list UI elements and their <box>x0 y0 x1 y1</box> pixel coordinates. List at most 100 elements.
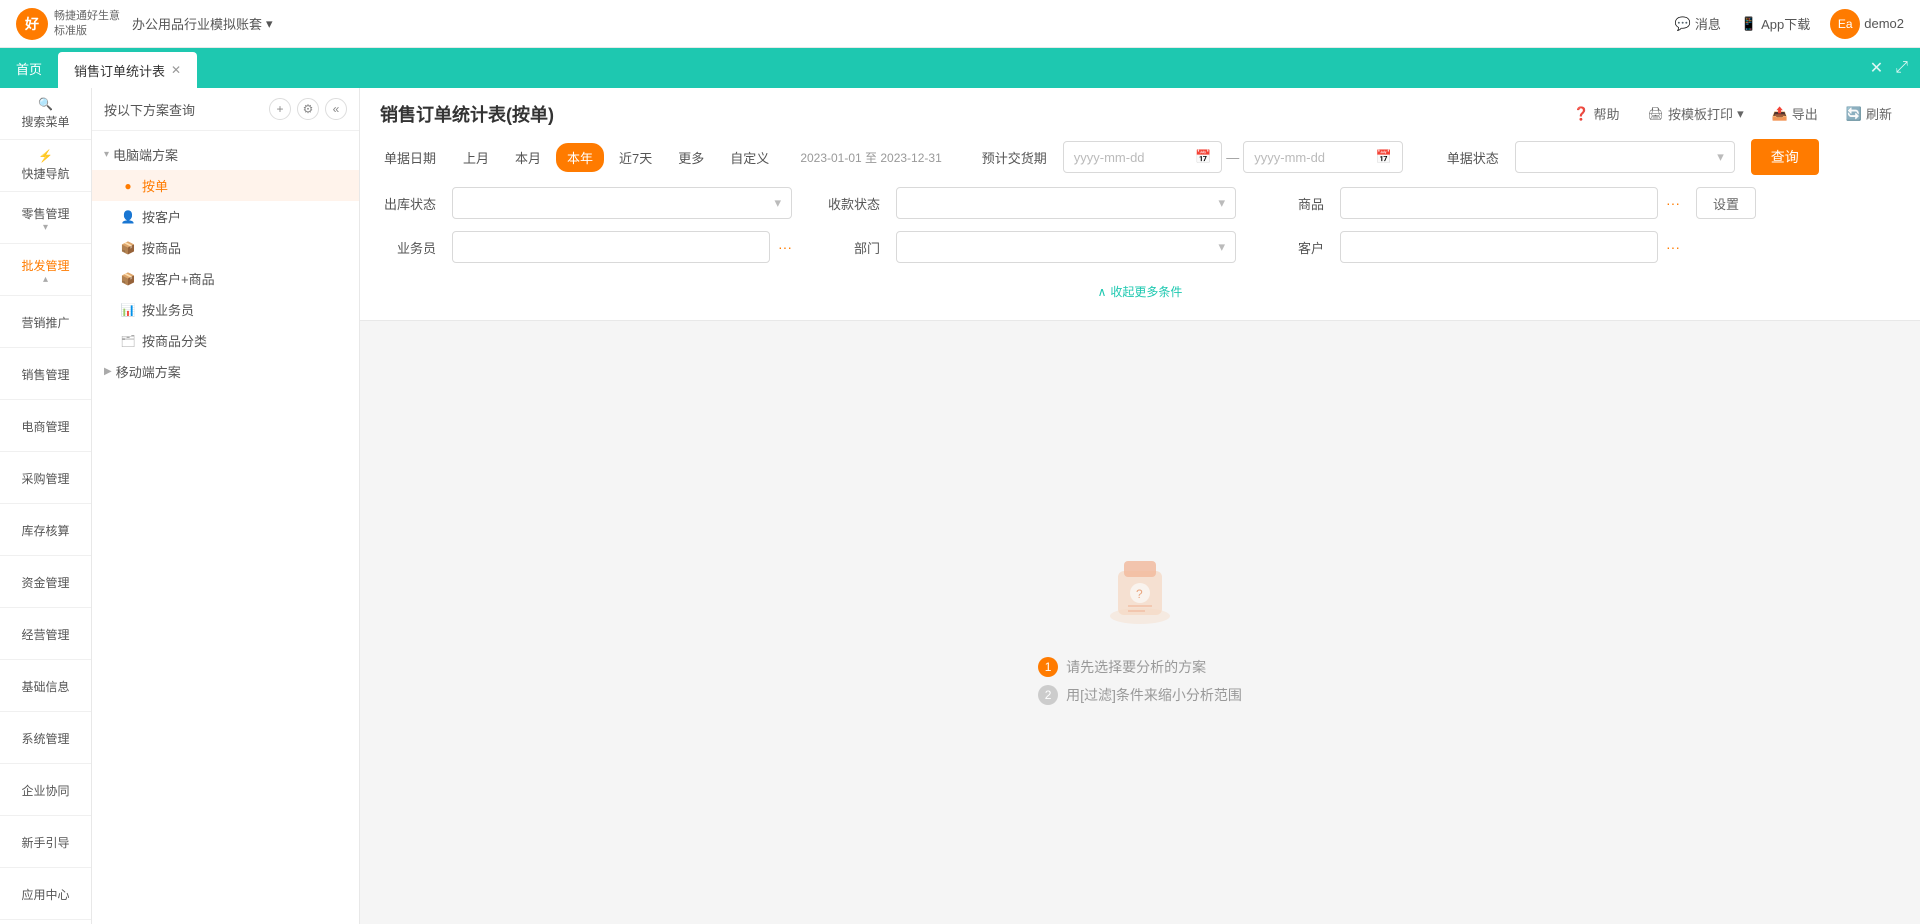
sidebar-item-newguide[interactable]: 新手引导 <box>0 816 91 868</box>
goods-label: 商品 <box>1268 194 1324 213</box>
page-header: 销售订单统计表(按单) ❓ 帮助 🖨 按模板打印 ▾ 📤 <box>360 88 1920 321</box>
date-tab-custom[interactable]: 自定义 <box>719 143 780 172</box>
salesman-more-btn[interactable]: ··· <box>778 239 792 255</box>
settings-scheme-button[interactable]: ⚙ <box>297 98 319 120</box>
date-tab-this-year[interactable]: 本年 <box>556 143 604 172</box>
tree-item-by-customer-goods[interactable]: 📦 按客户+商品 <box>92 263 359 294</box>
expected-date-end[interactable]: yyyy-mm-dd 📅 <box>1243 141 1403 173</box>
search-icon: 🔍 <box>38 97 53 111</box>
customer-input[interactable] <box>1340 231 1658 263</box>
sidebar-item-operation[interactable]: 经营管理 <box>0 608 91 660</box>
setting-button[interactable]: 设置 <box>1696 187 1756 219</box>
tab-close-all[interactable]: ✕ <box>1870 58 1883 78</box>
sidebar-item-sales[interactable]: 销售管理 <box>0 348 91 400</box>
salesman-filter-group: ··· <box>452 231 792 263</box>
sidebar-item-inventory[interactable]: 库存核算 <box>0 504 91 556</box>
tree-item-by-customer[interactable]: 👤 按客户 <box>92 201 359 232</box>
date-tab-this-month[interactable]: 本月 <box>504 143 552 172</box>
collapse-more-conditions[interactable]: ∧ 收起更多条件 <box>380 275 1900 308</box>
add-scheme-button[interactable]: + <box>269 98 291 120</box>
filter-row-3: 业务员 ··· 部门 ▾ 客户 ··· <box>380 231 1900 263</box>
main-layout: 🔍 搜索菜单 ⚡ 快捷导航 零售管理 ▾ 批发管理 ▴ 营销推广 销售管理 电商… <box>0 88 1920 924</box>
nav-icon: ⚡ <box>38 149 53 163</box>
empty-hint-2: 2 用[过滤]条件来缩小分析范围 <box>1038 685 1242 705</box>
tab-expand[interactable]: ⤢ <box>1895 59 1908 77</box>
logo-icon: 好 <box>16 8 48 40</box>
collect-status-select[interactable]: ▾ <box>896 187 1236 219</box>
tab-close-icon[interactable]: ✕ <box>171 63 181 77</box>
sidebar-quick-nav[interactable]: ⚡ 快捷导航 <box>0 140 91 192</box>
tab-sales-order[interactable]: 销售订单统计表 ✕ <box>58 52 197 88</box>
empty-hints: 1 请先选择要分析的方案 2 用[过滤]条件来缩小分析范围 <box>1038 657 1242 705</box>
sidebar-item-retail[interactable]: 零售管理 ▾ <box>0 192 91 244</box>
date-tab-more[interactable]: 更多 <box>667 143 715 172</box>
tree-item-by-category[interactable]: 🗂 按商品分类 <box>92 325 359 356</box>
goods-input[interactable] <box>1340 187 1658 219</box>
user-profile[interactable]: Ea demo2 <box>1830 9 1904 39</box>
refresh-icon: 🔄 <box>1846 106 1862 122</box>
hint-1-num: 1 <box>1038 657 1058 677</box>
app-download-action[interactable]: 📱 App下载 <box>1741 14 1810 33</box>
out-dropdown-icon: ▾ <box>774 195 781 211</box>
box-customer-icon: 📦 <box>120 271 136 287</box>
page-header-actions: ❓ 帮助 🖨 按模板打印 ▾ 📤 导出 🔄 <box>1565 100 1900 127</box>
customer-more-btn[interactable]: ··· <box>1666 239 1680 255</box>
help-icon: ❓ <box>1573 106 1589 122</box>
top-header: 好 畅捷通好生意 标准版 办公用品行业模拟账套 ▾ 💬 消息 📱 App下载 E… <box>0 0 1920 48</box>
sidebar-item-ecommerce[interactable]: 电商管理 <box>0 400 91 452</box>
message-action[interactable]: 💬 消息 <box>1675 14 1721 33</box>
header-right: 💬 消息 📱 App下载 Ea demo2 <box>1675 9 1904 39</box>
chevron-up-icon: ▴ <box>43 274 48 285</box>
tree-item-by-salesman[interactable]: 📊 按业务员 <box>92 294 359 325</box>
person-icon: 👤 <box>120 209 136 225</box>
tree-item-by-order[interactable]: ● 按单 <box>92 170 359 201</box>
data-area: ? 1 请先选择要分析的方案 2 用[过滤]条件来缩小分析范围 <box>360 321 1920 924</box>
hint-2-num: 2 <box>1038 685 1058 705</box>
dept-select[interactable]: ▾ <box>896 231 1236 263</box>
goods-filter-group: ··· <box>1340 187 1680 219</box>
filter-row-2: 出库状态 ▾ 收款状态 ▾ 商品 ··· <box>380 187 1900 219</box>
collect-dropdown-icon: ▾ <box>1218 195 1225 211</box>
collapse-panel-button[interactable]: « <box>325 98 347 120</box>
tab-bar-actions: ✕ ⤢ <box>1870 58 1920 78</box>
date-tab-7days[interactable]: 近7天 <box>608 143 663 172</box>
out-status-select[interactable]: ▾ <box>452 187 792 219</box>
salesman-input[interactable] <box>452 231 770 263</box>
help-button[interactable]: ❓ 帮助 <box>1565 100 1627 127</box>
sidebar-item-wechat[interactable]: 企业微信 <box>0 920 91 924</box>
sidebar-search[interactable]: 🔍 搜索菜单 <box>0 88 91 140</box>
sidebar-item-finance[interactable]: 资金管理 <box>0 556 91 608</box>
expected-delivery-label: 预计交货期 <box>982 148 1047 167</box>
sidebar-item-purchase[interactable]: 采购管理 <box>0 452 91 504</box>
sidebar-item-basic-info[interactable]: 基础信息 <box>0 660 91 712</box>
status-select[interactable]: ▾ <box>1515 141 1735 173</box>
sidebar-item-cooperation[interactable]: 企业协同 <box>0 764 91 816</box>
date-tabs: 上月 本月 本年 近7天 更多 自定义 <box>452 143 780 172</box>
sidebar-item-marketing[interactable]: 营销推广 <box>0 296 91 348</box>
chart-icon: 📊 <box>120 302 136 318</box>
expected-date-start[interactable]: yyyy-mm-dd 📅 <box>1063 141 1223 173</box>
sidebar-item-appcenter[interactable]: 应用中心 <box>0 868 91 920</box>
sidebar-item-system[interactable]: 系统管理 <box>0 712 91 764</box>
sidebar: 🔍 搜索菜单 ⚡ 快捷导航 零售管理 ▾ 批发管理 ▴ 营销推广 销售管理 电商… <box>0 88 92 924</box>
export-button[interactable]: 📤 导出 <box>1764 100 1826 127</box>
tab-home[interactable]: 首页 <box>0 48 58 88</box>
table-icon: 🗂 <box>120 333 136 349</box>
goods-more-btn[interactable]: ··· <box>1666 195 1680 211</box>
sidebar-item-wholesale[interactable]: 批发管理 ▴ <box>0 244 91 296</box>
query-button[interactable]: 查询 <box>1751 139 1819 175</box>
tree-group-desktop[interactable]: ▾ 电脑端方案 <box>92 139 359 170</box>
tree-item-by-goods[interactable]: 📦 按商品 <box>92 232 359 263</box>
template-print-button[interactable]: 🖨 按模板打印 ▾ <box>1640 100 1752 127</box>
svg-text:?: ? <box>1136 587 1143 601</box>
tree-section: ▾ 电脑端方案 ● 按单 👤 按客户 📦 按商品 📦 按客户+商品 <box>92 131 359 395</box>
date-tab-last-month[interactable]: 上月 <box>452 143 500 172</box>
dropdown-icon[interactable]: ▾ <box>266 16 273 32</box>
left-panel: 按以下方案查询 + ⚙ « ▾ 电脑端方案 ● 按单 👤 按客户 <box>92 88 360 924</box>
tree-group-mobile[interactable]: ▶ 移动端方案 <box>92 356 359 387</box>
refresh-button[interactable]: 🔄 刷新 <box>1838 100 1900 127</box>
print-icon: 🖨 <box>1648 106 1665 122</box>
dept-dropdown-icon: ▾ <box>1218 239 1225 255</box>
download-icon: 📱 <box>1741 16 1757 32</box>
header-left: 好 畅捷通好生意 标准版 办公用品行业模拟账套 ▾ <box>16 8 273 40</box>
